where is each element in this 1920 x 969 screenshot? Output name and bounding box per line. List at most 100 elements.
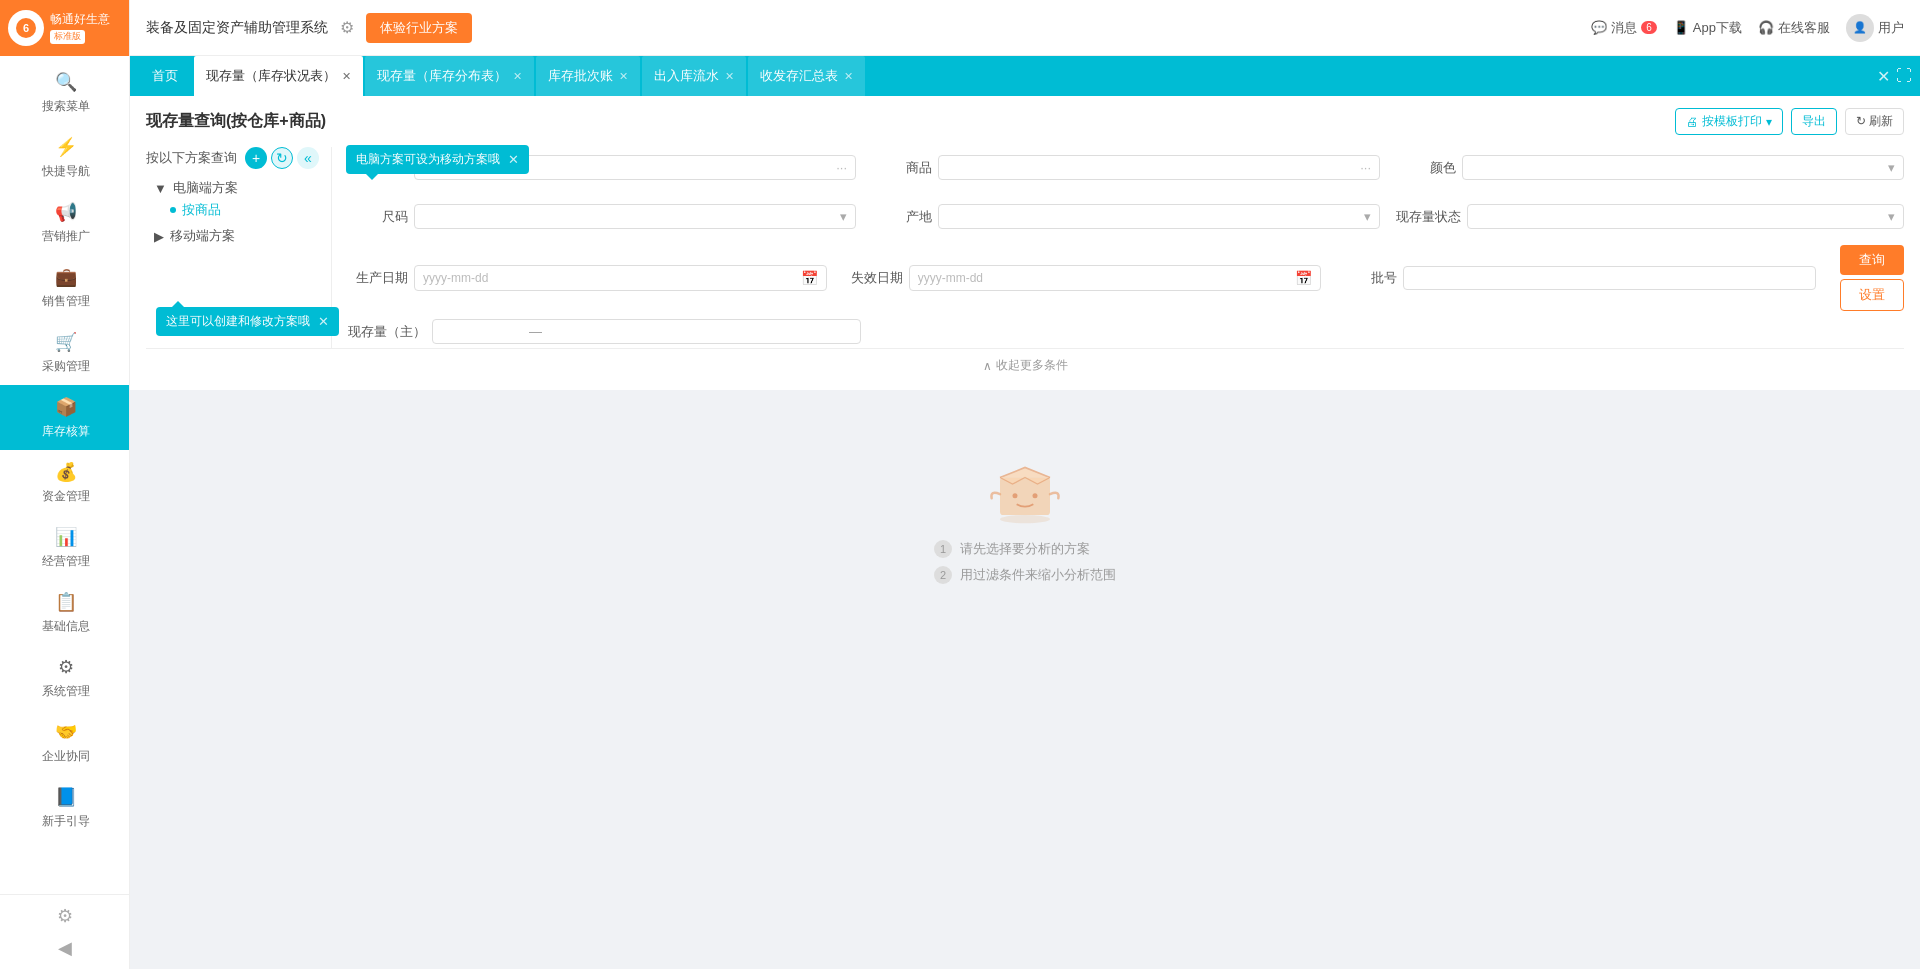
user-label: 用户	[1878, 19, 1904, 37]
tab-action-btns: ✕ ⛶	[1877, 67, 1912, 86]
expire-date-calendar-icon: 📅	[1295, 270, 1312, 286]
btn-export[interactable]: 导出	[1791, 108, 1837, 135]
scheme-item-goods[interactable]: 按商品	[154, 199, 319, 221]
tab-inventory-dist[interactable]: 现存量（库存分布表） ✕	[365, 56, 534, 96]
online-support-btn[interactable]: 🎧 在线客服	[1758, 19, 1830, 37]
produce-date-calendar-icon: 📅	[801, 270, 818, 286]
stock-status-chevron: ▾	[1888, 209, 1895, 224]
sidebar-item-marketing[interactable]: 📢 营销推广	[0, 190, 129, 255]
tab-inventory-status[interactable]: 现存量（库存状况表） ✕	[194, 56, 363, 96]
collab-icon: 🤝	[54, 720, 78, 744]
tab-home[interactable]: 首页	[138, 56, 192, 96]
refresh-scheme-btn[interactable]: ↻	[271, 147, 293, 169]
tooltip-create-close[interactable]: ✕	[318, 314, 329, 329]
app-download-btn[interactable]: 📱 App下载	[1673, 19, 1742, 37]
message-icon: 💬	[1591, 20, 1607, 35]
collapse-sidebar-icon[interactable]: ◀	[58, 937, 72, 959]
origin-label: 产地	[872, 208, 932, 226]
batch-input[interactable]	[1403, 266, 1816, 290]
sidebar-item-system[interactable]: ⚙ 系统管理	[0, 645, 129, 710]
btn-set[interactable]: 设置	[1840, 279, 1904, 311]
sidebar-item-label: 销售管理	[42, 293, 90, 310]
tooltip-scheme-close[interactable]: ✕	[508, 152, 519, 167]
expire-date-input[interactable]: yyyy-mm-dd 📅	[909, 265, 1322, 291]
goods-input[interactable]: ···	[938, 155, 1380, 180]
chevron-right-icon: ▶	[154, 229, 164, 244]
topbar-left: 装备及固定资产辅助管理系统 ⚙ 体验行业方案	[146, 13, 472, 43]
empty-step1: 1 请先选择要分析的方案	[934, 540, 1116, 558]
scheme-group-mobile-header[interactable]: ▶ 移动端方案	[154, 225, 319, 247]
sidebar-item-purchase[interactable]: 🛒 采购管理	[0, 320, 129, 385]
tab-close-all-btn[interactable]: ✕	[1877, 67, 1890, 86]
tooltip-scheme: 电脑方案可设为移动方案哦 ✕	[346, 145, 529, 174]
collapse-up-icon: ∧	[983, 359, 992, 373]
sidebar-item-base[interactable]: 📋 基础信息	[0, 580, 129, 645]
industry-btn[interactable]: 体验行业方案	[366, 13, 472, 43]
sidebar-item-label: 系统管理	[42, 683, 90, 700]
origin-input[interactable]: ▾	[938, 204, 1380, 229]
stock-range-dash: —	[529, 324, 542, 339]
sidebar-item-inventory[interactable]: 📦 库存核算	[0, 385, 129, 450]
size-input[interactable]: ▾	[414, 204, 856, 229]
filter-field-color: 颜色 ▾	[1396, 155, 1904, 180]
sidebar-item-quicknav[interactable]: ⚡ 快捷导航	[0, 125, 129, 190]
batch-label: 批号	[1337, 269, 1397, 287]
tab-inventory-dist-close[interactable]: ✕	[513, 70, 522, 83]
user-btn[interactable]: 👤 用户	[1846, 14, 1904, 42]
sidebar-item-label: 搜索菜单	[42, 98, 90, 115]
btn-refresh[interactable]: ↻ 刷新	[1845, 108, 1904, 135]
tab-maximize-btn[interactable]: ⛶	[1896, 67, 1912, 86]
produce-date-input[interactable]: yyyy-mm-dd 📅	[414, 265, 827, 291]
step2-text: 用过滤条件来缩小分析范围	[960, 566, 1116, 584]
tab-inventory-status-label: 现存量（库存状况表）	[206, 67, 336, 85]
chevron-down-icon: ▼	[154, 181, 167, 196]
sidebar-item-sales[interactable]: 💼 销售管理	[0, 255, 129, 320]
sidebar-item-search[interactable]: 🔍 搜索菜单	[0, 60, 129, 125]
expire-date-label: 失效日期	[843, 269, 903, 287]
filter-row2: 尺码 ▾ 产地 ▾	[348, 196, 1904, 237]
tab-inout-flow-label: 出入库流水	[654, 67, 719, 85]
size-chevron: ▾	[840, 209, 847, 224]
stock-min-input[interactable]	[441, 325, 521, 339]
stock-max-input[interactable]	[550, 325, 630, 339]
sidebar-item-collab[interactable]: 🤝 企业协同	[0, 710, 129, 775]
stock-status-input[interactable]: ▾	[1467, 204, 1904, 229]
message-btn[interactable]: 💬 消息 6	[1591, 19, 1657, 37]
filter-field-stock: 现存量（主） —	[348, 319, 861, 344]
tab-inventory-batch[interactable]: 库存批次账 ✕	[536, 56, 640, 96]
topbar-gear-icon[interactable]: ⚙	[340, 18, 354, 37]
collapse-bar[interactable]: ∧ 收起更多条件	[146, 348, 1904, 382]
tab-summary[interactable]: 收发存汇总表 ✕	[748, 56, 865, 96]
btn-query[interactable]: 查询	[1840, 245, 1904, 275]
management-icon: 📊	[54, 525, 78, 549]
size-label: 尺码	[348, 208, 408, 226]
filter-row1: 仓库 ··· 商品 ···	[348, 147, 1904, 188]
tab-summary-close[interactable]: ✕	[844, 70, 853, 83]
tab-inout-flow[interactable]: 出入库流水 ✕	[642, 56, 746, 96]
tab-inout-flow-close[interactable]: ✕	[725, 70, 734, 83]
tab-inventory-batch-label: 库存批次账	[548, 67, 613, 85]
sidebar-item-label: 新手引导	[42, 813, 90, 830]
sidebar-item-management[interactable]: 📊 经营管理	[0, 515, 129, 580]
back-scheme-btn[interactable]: «	[297, 147, 319, 169]
color-input[interactable]: ▾	[1462, 155, 1904, 180]
scheme-group-mobile: ▶ 移动端方案	[154, 225, 319, 247]
system-icon: ⚙	[54, 655, 78, 679]
btn-template-print[interactable]: 🖨 按模板打印 ▾	[1675, 108, 1783, 135]
stock-range-input[interactable]: —	[432, 319, 861, 344]
page-title: 现存量查询(按仓库+商品)	[146, 111, 326, 132]
tab-inventory-batch-close[interactable]: ✕	[619, 70, 628, 83]
filter-field-batch: 批号	[1337, 266, 1816, 290]
message-badge: 6	[1641, 21, 1657, 34]
sidebar-logo: 6 畅通好生意 标准版	[0, 0, 129, 56]
filter-field-expire-date: 失效日期 yyyy-mm-dd 📅	[843, 265, 1322, 291]
add-scheme-btn[interactable]: +	[245, 147, 267, 169]
svg-rect-2	[1000, 478, 1050, 516]
sidebar-item-guide[interactable]: 📘 新手引导	[0, 775, 129, 840]
settings-bottom-icon[interactable]: ⚙	[57, 905, 73, 927]
scheme-group-pc-header[interactable]: ▼ 电脑端方案	[154, 177, 319, 199]
sidebar-item-finance[interactable]: 💰 资金管理	[0, 450, 129, 515]
tab-inventory-status-close[interactable]: ✕	[342, 70, 351, 83]
sidebar-item-label: 快捷导航	[42, 163, 90, 180]
sidebar-item-label: 资金管理	[42, 488, 90, 505]
